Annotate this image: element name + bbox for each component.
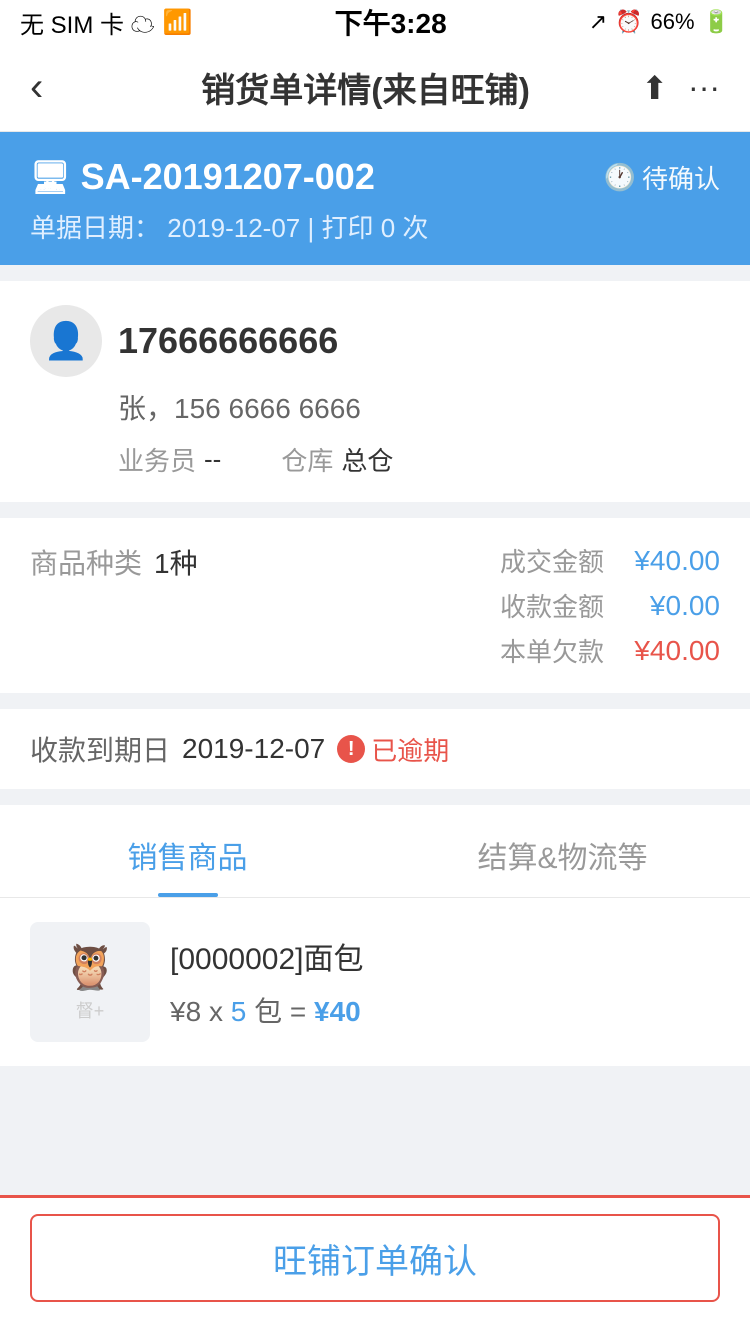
nav-bar: ‹ 销货单详情(来自旺铺) ⬆ ··· bbox=[0, 44, 750, 132]
avatar: 👤 bbox=[30, 305, 102, 377]
avatar-icon: 👤 bbox=[44, 320, 89, 362]
status-left: 无 SIM 卡 ☁ 📶 bbox=[20, 5, 193, 40]
tabs-row: 销售商品 结算&物流等 bbox=[0, 805, 750, 898]
order-date-row: 单据日期： 2019-12-07 | 打印 0 次 bbox=[30, 208, 720, 245]
received-amount-label: 收款金额 bbox=[500, 587, 604, 624]
transaction-amount-row: 成交金额 ¥40.00 bbox=[500, 542, 720, 579]
print-count-value: 0 bbox=[381, 213, 395, 243]
date-label: 单据日期： bbox=[30, 213, 160, 243]
due-date-label: 收款到期日 bbox=[30, 729, 170, 769]
order-status-badge: 🕐 待确认 bbox=[604, 159, 720, 196]
due-date-section: 收款到期日 2019-12-07 ! 已逾期 bbox=[0, 709, 750, 789]
due-date-value: 2019-12-07 bbox=[182, 733, 325, 765]
warehouse-label: 仓库 bbox=[281, 441, 333, 478]
product-price-row: ¥8 x 5 包 = ¥40 bbox=[170, 990, 720, 1030]
location-icon: ↗ bbox=[589, 9, 607, 35]
status-time: 下午3:28 bbox=[335, 2, 447, 42]
overdue-text: 已逾期 bbox=[371, 731, 449, 768]
status-text: 待确认 bbox=[642, 159, 720, 196]
divider-pipe: | bbox=[307, 213, 321, 243]
salesperson-item: 业务员 -- bbox=[118, 441, 221, 478]
alarm-icon: ⏰ bbox=[615, 9, 642, 35]
overdue-icon: ! bbox=[337, 735, 365, 763]
page-title: 销货单详情(来自旺铺) bbox=[90, 63, 641, 112]
due-amount-row: 本单欠款 ¥40.00 bbox=[500, 632, 720, 669]
due-date-row: 收款到期日 2019-12-07 ! 已逾期 bbox=[30, 729, 720, 769]
order-icon: 🖥 bbox=[30, 158, 71, 196]
tabs-section: 销售商品 结算&物流等 bbox=[0, 805, 750, 898]
overdue-badge: ! 已逾期 bbox=[337, 731, 449, 768]
wifi-icon: 📶 bbox=[163, 8, 193, 37]
price-per-unit: ¥8 bbox=[170, 996, 201, 1027]
status-bar: 无 SIM 卡 ☁ 📶 下午3:28 ↗ ⏰ 66% 🔋 bbox=[0, 0, 750, 44]
product-unit: 包 bbox=[254, 996, 282, 1027]
order-id: 🖥 SA-20191207-002 bbox=[30, 156, 375, 198]
multiply-symbol: x bbox=[209, 996, 231, 1027]
warehouse-value: 总仓 bbox=[341, 441, 393, 478]
order-id-value: SA-20191207-002 bbox=[81, 156, 375, 198]
clock-icon: 🕐 bbox=[604, 162, 636, 193]
confirm-button-wrap: 旺铺订单确认 bbox=[0, 1195, 750, 1334]
product-type-value: 1种 bbox=[154, 542, 198, 582]
product-thumbnail: 🦉 督+ bbox=[30, 922, 150, 1042]
summary-row: 商品种类 1种 成交金额 ¥40.00 收款金额 ¥0.00 本单欠款 ¥40.… bbox=[30, 542, 720, 669]
amounts-group: 成交金额 ¥40.00 收款金额 ¥0.00 本单欠款 ¥40.00 bbox=[500, 542, 720, 669]
equals-sign: = bbox=[290, 996, 306, 1027]
due-amount-label: 本单欠款 bbox=[500, 632, 604, 669]
product-type-label: 商品种类 bbox=[30, 542, 142, 582]
product-thumb-owl-icon: 🦉 bbox=[63, 941, 118, 993]
print-unit-label: 次 bbox=[402, 213, 428, 243]
transaction-amount-value: ¥40.00 bbox=[620, 545, 720, 577]
bottom-spacer bbox=[0, 1066, 750, 1206]
more-button[interactable]: ··· bbox=[688, 69, 720, 106]
product-code: [0000002] bbox=[170, 943, 303, 976]
customer-section: 👤 17666666666 张，156 6666 6666 业务员 -- 仓库 … bbox=[0, 281, 750, 502]
product-title: 面包 bbox=[303, 943, 363, 976]
battery-icon: 🔋 bbox=[703, 9, 730, 35]
product-section: 🦉 督+ [0000002]面包 ¥8 x 5 包 = ¥40 bbox=[0, 898, 750, 1066]
received-amount-value: ¥0.00 bbox=[620, 590, 720, 622]
status-right: ↗ ⏰ 66% 🔋 bbox=[589, 9, 730, 35]
customer-info-row: 业务员 -- 仓库 总仓 bbox=[118, 441, 720, 478]
product-name: [0000002]面包 bbox=[170, 934, 720, 978]
received-amount-row: 收款金额 ¥0.00 bbox=[500, 587, 720, 624]
battery-label: 66% bbox=[651, 9, 695, 35]
order-date: 2019-12-07 bbox=[167, 213, 300, 243]
salesperson-value: -- bbox=[204, 444, 221, 475]
customer-name: 张，156 6666 6666 bbox=[118, 387, 720, 427]
product-item: 🦉 督+ [0000002]面包 ¥8 x 5 包 = ¥40 bbox=[30, 922, 720, 1042]
back-button[interactable]: ‹ bbox=[30, 65, 90, 110]
nav-right-buttons: ⬆ ··· bbox=[641, 69, 720, 107]
sim-label: 无 SIM 卡 ☁ bbox=[20, 5, 155, 40]
warehouse-item: 仓库 总仓 bbox=[281, 441, 393, 478]
share-button[interactable]: ⬆ bbox=[641, 69, 668, 107]
customer-row: 👤 17666666666 bbox=[30, 305, 720, 377]
product-total: ¥40 bbox=[314, 996, 361, 1027]
product-info: [0000002]面包 ¥8 x 5 包 = ¥40 bbox=[170, 934, 720, 1030]
tab-sales-products[interactable]: 销售商品 bbox=[0, 805, 375, 897]
order-id-row: 🖥 SA-20191207-002 🕐 待确认 bbox=[30, 156, 720, 198]
product-thumb-inner: 🦉 督+ bbox=[63, 941, 118, 1023]
product-thumb-plus-text: 督+ bbox=[76, 997, 105, 1023]
summary-section: 商品种类 1种 成交金额 ¥40.00 收款金额 ¥0.00 本单欠款 ¥40.… bbox=[0, 518, 750, 693]
confirm-order-button[interactable]: 旺铺订单确认 bbox=[30, 1214, 720, 1302]
product-quantity: 5 bbox=[231, 996, 247, 1027]
print-label: 打印 bbox=[321, 213, 373, 243]
salesperson-label: 业务员 bbox=[118, 441, 196, 478]
tab-settlement[interactable]: 结算&物流等 bbox=[375, 805, 750, 897]
product-type-group: 商品种类 1种 bbox=[30, 542, 198, 582]
customer-phone: 17666666666 bbox=[118, 320, 338, 362]
due-amount-value: ¥40.00 bbox=[620, 635, 720, 667]
order-header-card: 🖥 SA-20191207-002 🕐 待确认 单据日期： 2019-12-07… bbox=[0, 132, 750, 265]
transaction-amount-label: 成交金额 bbox=[500, 542, 604, 579]
